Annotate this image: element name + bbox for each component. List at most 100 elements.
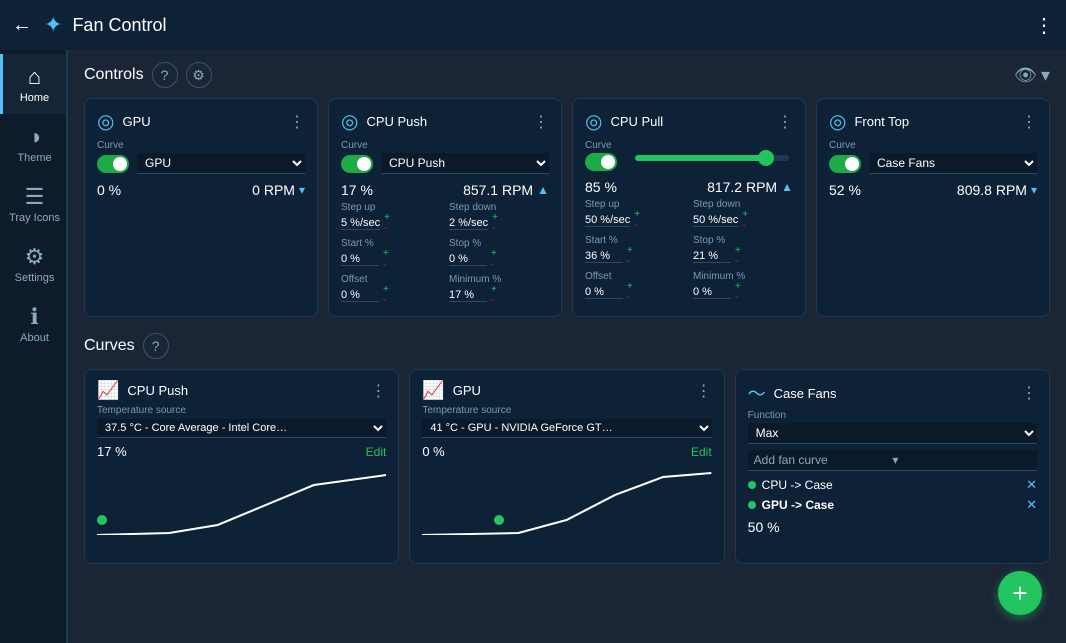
gpu-expand-icon[interactable]: ▾ bbox=[299, 183, 305, 197]
front-top-percent: 52 % bbox=[829, 182, 861, 198]
sidebar-item-tray[interactable]: ☰ Tray Icons bbox=[0, 174, 66, 234]
gpu-curve-menu[interactable]: ⋮ bbox=[696, 381, 712, 401]
fan-dot-cpu bbox=[748, 481, 756, 489]
sidebar-item-settings[interactable]: ⚙ Settings bbox=[0, 234, 66, 294]
minimum-val: 17 % bbox=[449, 289, 487, 302]
theme-icon: ◑ bbox=[28, 124, 41, 150]
fan-remove-cpu[interactable]: ✕ bbox=[1026, 477, 1037, 493]
sidebar-item-about[interactable]: ℹ About bbox=[0, 294, 66, 354]
fan-name-cpu: CPU -> Case bbox=[762, 478, 833, 492]
p-minimum-val: 0 % bbox=[693, 286, 731, 299]
controls-title: Controls bbox=[84, 66, 144, 84]
cpu-push-curve-menu[interactable]: ⋮ bbox=[370, 381, 386, 401]
front-top-expand-icon[interactable]: ▾ bbox=[1031, 183, 1037, 197]
cpu-push-edit-button[interactable]: Edit bbox=[366, 445, 387, 459]
start-minus[interactable]: - bbox=[383, 260, 389, 270]
offset-plus[interactable]: + bbox=[383, 285, 389, 295]
step-down-minus[interactable]: - bbox=[492, 224, 498, 234]
minimum-minus[interactable]: - bbox=[491, 296, 497, 306]
cpu-pull-percent: 85 % bbox=[585, 179, 617, 195]
gpu-chart bbox=[422, 465, 711, 535]
stop-val: 0 % bbox=[449, 253, 487, 266]
cpu-pull-card-menu[interactable]: ⋮ bbox=[777, 112, 793, 132]
main-content: Controls ? ⚙ 👁 ▾ ◎ GPU ⋮ Curve G bbox=[68, 50, 1066, 643]
stop-minus[interactable]: - bbox=[491, 260, 497, 270]
sidebar-item-home[interactable]: ⌂ Home bbox=[0, 54, 66, 114]
curves-cards-grid: 📈 CPU Push ⋮ Temperature source 37.5 °C … bbox=[84, 369, 1050, 564]
controls-view-button[interactable]: 👁 ▾ bbox=[1014, 65, 1050, 86]
header: ← ✦ Fan Control ⋮ bbox=[0, 0, 1066, 50]
sidebar-item-label: About bbox=[20, 332, 49, 344]
curves-help-button[interactable]: ? bbox=[143, 333, 169, 359]
fan-item-cpu-case: CPU -> Case ✕ bbox=[748, 477, 1037, 493]
about-icon: ℹ bbox=[30, 304, 38, 330]
gpu-edit-button[interactable]: Edit bbox=[691, 445, 712, 459]
gpu-stats: 0 % 0 RPM ▾ bbox=[97, 182, 305, 198]
header-menu-button[interactable]: ⋮ bbox=[1034, 13, 1054, 38]
case-fans-curve-title: Case Fans bbox=[774, 386, 1021, 401]
wave-chart-icon: 〜 bbox=[748, 380, 766, 406]
tray-icon: ☰ bbox=[25, 184, 45, 210]
step-up-plus[interactable]: + bbox=[384, 213, 390, 223]
cpu-pull-expand-icon[interactable]: ▲ bbox=[781, 180, 793, 194]
gpu-curve-select[interactable]: GPU bbox=[137, 153, 305, 174]
front-top-toggle[interactable] bbox=[829, 155, 861, 173]
gauge-icon: ◎ bbox=[341, 109, 358, 134]
cpu-push-card-menu[interactable]: ⋮ bbox=[533, 112, 549, 132]
controls-cards-grid: ◎ GPU ⋮ Curve GPU 0 % 0 RPM ▾ bbox=[84, 98, 1050, 317]
gpu-percent: 0 % bbox=[97, 182, 121, 198]
p-minimum-label: Minimum % bbox=[693, 271, 793, 282]
cpu-push-details: Step up 5 %/sec + - Step down 2 %/sec bbox=[341, 202, 549, 306]
cpu-pull-toggle[interactable] bbox=[585, 153, 617, 171]
cpu-pull-slider[interactable] bbox=[635, 155, 789, 161]
front-top-rpm: 809.8 RPM bbox=[957, 182, 1027, 198]
add-fan-curve-button[interactable]: Add fan curve ▾ bbox=[748, 450, 1037, 471]
case-fans-curve-menu[interactable]: ⋮ bbox=[1021, 383, 1037, 403]
stop-plus[interactable]: + bbox=[491, 249, 497, 259]
cpu-push-toggle[interactable] bbox=[341, 155, 373, 173]
curves-title: Curves bbox=[84, 337, 135, 355]
back-button[interactable]: ← bbox=[12, 14, 32, 37]
controls-settings-button[interactable]: ⚙ bbox=[186, 62, 212, 88]
cpu-push-curve-card: 📈 CPU Push ⋮ Temperature source 37.5 °C … bbox=[84, 369, 399, 564]
start-plus[interactable]: + bbox=[383, 249, 389, 259]
gpu-card-menu[interactable]: ⋮ bbox=[289, 112, 305, 132]
cpu-push-expand-icon[interactable]: ▲ bbox=[537, 183, 549, 197]
front-top-card-menu[interactable]: ⋮ bbox=[1021, 112, 1037, 132]
home-icon: ⌂ bbox=[28, 64, 41, 90]
step-up-label: Step up bbox=[341, 202, 441, 213]
cpu-pull-curve-label: Curve bbox=[585, 140, 793, 151]
gpu-temp-select[interactable]: 41 °C - GPU - NVIDIA GeForce GT… bbox=[422, 419, 711, 438]
gpu-curve-card: 📈 GPU ⋮ Temperature source 41 °C - GPU -… bbox=[409, 369, 724, 564]
controls-help-button[interactable]: ? bbox=[152, 62, 178, 88]
case-fans-fn-select[interactable]: Max bbox=[748, 423, 1037, 444]
sidebar: ⌂ Home ◑ Theme ☰ Tray Icons ⚙ Settings ℹ… bbox=[0, 50, 68, 643]
cpu-push-card-title: CPU Push bbox=[366, 114, 533, 129]
front-top-curve-select[interactable]: Case Fans bbox=[869, 153, 1037, 174]
gpu-toggle[interactable] bbox=[97, 155, 129, 173]
front-top-control-card: ◎ Front Top ⋮ Curve Case Fans 52 % 809.8… bbox=[816, 98, 1050, 317]
gpu-rpm: 0 RPM bbox=[252, 182, 295, 198]
p-step-down-val: 50 %/sec bbox=[693, 214, 738, 227]
add-fan-chevron: ▾ bbox=[892, 453, 1031, 467]
gpu-temp-label: Temperature source bbox=[422, 405, 711, 416]
add-fab-button[interactable]: + bbox=[998, 571, 1042, 615]
p-start-label: Start % bbox=[585, 235, 685, 246]
cpu-push-temp-label: Temperature source bbox=[97, 405, 386, 416]
gauge-icon: ◎ bbox=[97, 109, 114, 134]
step-up-minus[interactable]: - bbox=[384, 224, 390, 234]
minimum-plus[interactable]: + bbox=[491, 285, 497, 295]
front-top-card-title: Front Top bbox=[854, 114, 1021, 129]
minimum-label: Minimum % bbox=[449, 274, 549, 285]
sidebar-item-theme[interactable]: ◑ Theme bbox=[0, 114, 66, 174]
p-stop-label: Stop % bbox=[693, 235, 793, 246]
p-step-up-val: 50 %/sec bbox=[585, 214, 630, 227]
start-label: Start % bbox=[341, 238, 441, 249]
fan-remove-gpu[interactable]: ✕ bbox=[1026, 497, 1037, 513]
cpu-push-curve-select[interactable]: CPU Push bbox=[381, 153, 549, 174]
offset-minus[interactable]: - bbox=[383, 296, 389, 306]
step-down-plus[interactable]: + bbox=[492, 213, 498, 223]
cpu-pull-card-title: CPU Pull bbox=[610, 114, 777, 129]
step-up-val: 5 %/sec bbox=[341, 217, 380, 230]
cpu-push-temp-select[interactable]: 37.5 °C - Core Average - Intel Core… bbox=[97, 419, 386, 438]
